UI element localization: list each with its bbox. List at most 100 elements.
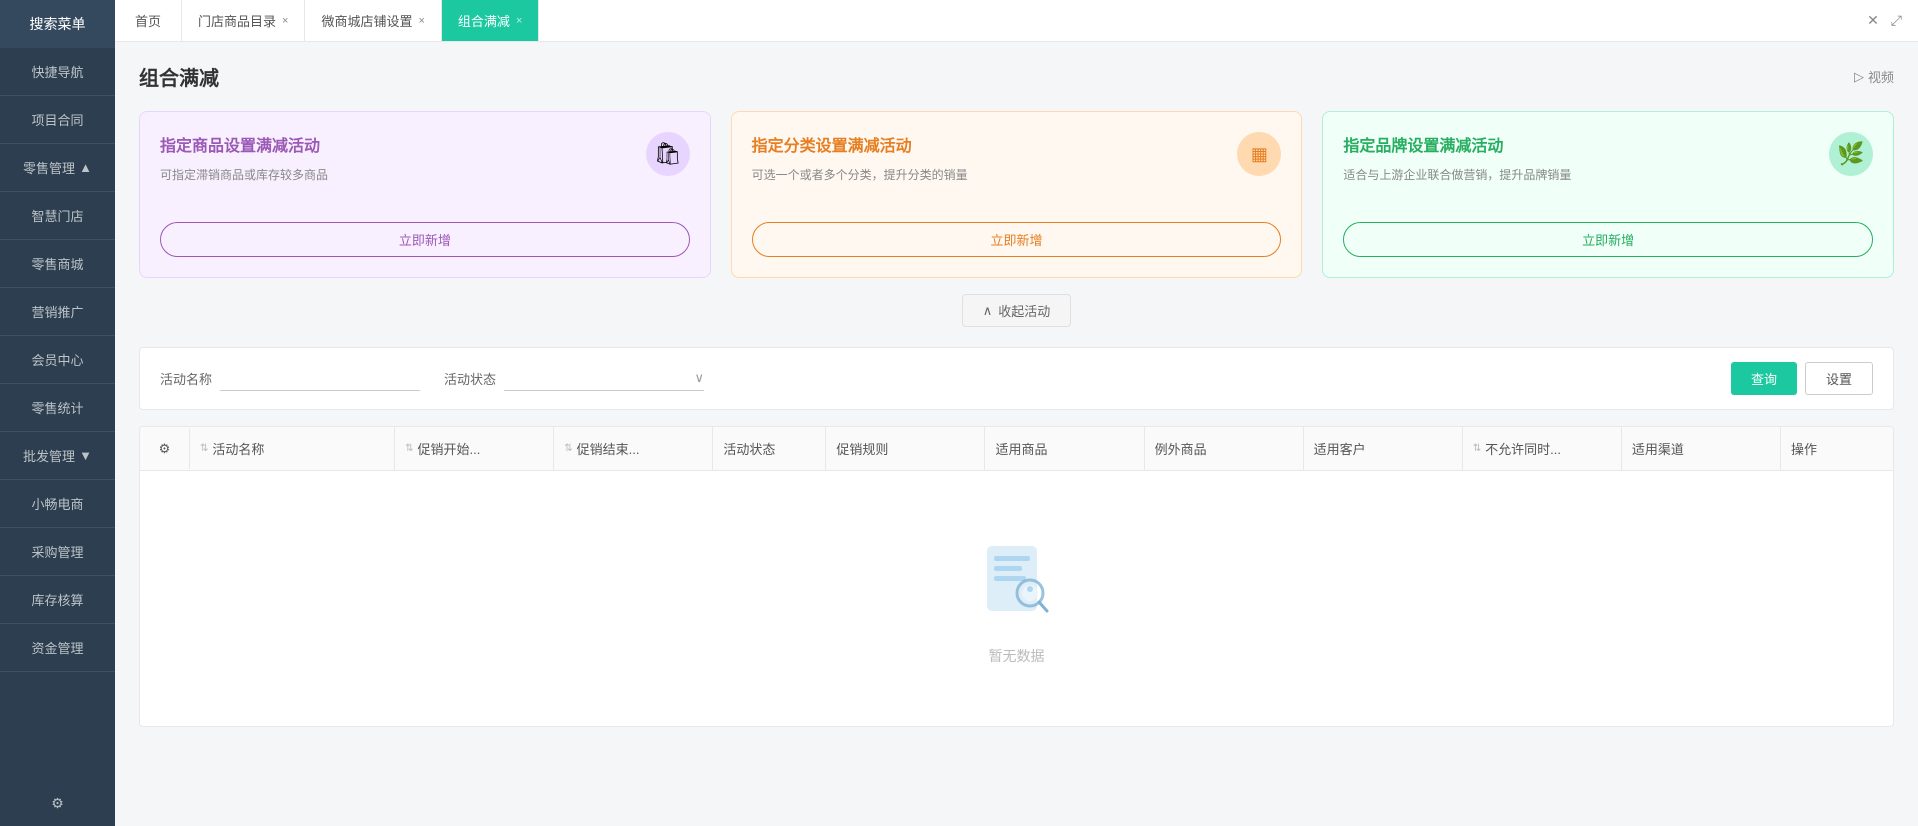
category-card-desc: 可选一个或者多个分类，提升分类的销量	[752, 166, 1282, 202]
category-card-title: 指定分类设置满减活动	[752, 132, 1282, 156]
th-action: 操作	[1781, 427, 1893, 470]
th-customer: 适用客户	[1304, 427, 1463, 470]
sidebar-item-finance[interactable]: 资金管理	[0, 624, 115, 672]
sidebar-item-quick-nav[interactable]: 快捷导航	[0, 48, 115, 96]
collapse-row: ∧ 收起活动	[139, 294, 1894, 327]
th-settings[interactable]: ⚙	[140, 429, 190, 469]
tab-product-cat-label: 门店商品目录	[198, 11, 276, 30]
chevron-down-icon: ∨	[695, 370, 705, 386]
content-area: 组合满减 ▷ 视频 🛍 指定商品设置满减活动 可指定滞销商品或库存较多商品 立即…	[115, 42, 1918, 826]
cards-row: 🛍 指定商品设置满减活动 可指定滞销商品或库存较多商品 立即新增 ▦ 指定分类设…	[139, 111, 1894, 278]
collapse-label: 收起活动	[998, 301, 1050, 320]
sort-icon: ⇅	[1473, 443, 1481, 454]
th-channel: 适用渠道	[1622, 427, 1781, 470]
th-name[interactable]: ⇅ 活动名称	[190, 427, 395, 470]
sidebar-item-project[interactable]: 项目合同	[0, 96, 115, 144]
th-nosame[interactable]: ⇅ 不允许同时...	[1463, 427, 1622, 470]
sidebar-item-retail-stats[interactable]: 零售统计	[0, 384, 115, 432]
maximize-icon[interactable]: ⤢	[1891, 12, 1902, 29]
tab-combo-label: 组合满减	[458, 11, 510, 30]
sidebar-item-wholesale-label: 批发管理	[23, 446, 75, 465]
th-end-label: 促销结束...	[577, 439, 640, 458]
sidebar-search[interactable]: 搜索菜单	[0, 0, 115, 48]
category-activity-card: ▦ 指定分类设置满减活动 可选一个或者多个分类，提升分类的销量 立即新增	[731, 111, 1303, 278]
brand-card-desc: 适合与上游企业联合做营销，提升品牌销量	[1343, 166, 1873, 202]
filter-actions: 查询 设置	[1731, 362, 1873, 395]
sidebar-settings[interactable]: ⚙	[0, 781, 115, 826]
th-rule: 促销规则	[826, 427, 985, 470]
goods-card-icon: 🛍	[646, 132, 690, 176]
filter-status-item: 活动状态 ∨	[444, 366, 704, 391]
goods-activity-card: 🛍 指定商品设置满减活动 可指定滞销商品或库存较多商品 立即新增	[139, 111, 711, 278]
sort-icon: ⇅	[564, 443, 572, 454]
sort-icon: ⇅	[200, 443, 208, 454]
brand-activity-card: 🌿 指定品牌设置满减活动 适合与上游企业联合做营销，提升品牌销量 立即新增	[1322, 111, 1894, 278]
sidebar-item-retail[interactable]: 零售管理 ▲	[0, 144, 115, 192]
empty-text: 暂无数据	[140, 646, 1893, 666]
brand-card-add-button[interactable]: 立即新增	[1343, 222, 1873, 257]
sidebar-item-smart-store[interactable]: 智慧门店	[0, 192, 115, 240]
th-goods-label: 适用商品	[995, 439, 1047, 458]
th-except: 例外商品	[1145, 427, 1304, 470]
settings-icon: ⚙	[159, 441, 171, 457]
tab-wechat-shop-label: 微商城店铺设置	[321, 11, 412, 30]
th-start-label: 促销开始...	[418, 439, 481, 458]
settings-button[interactable]: 设置	[1805, 362, 1873, 395]
page-header: 组合满减 ▷ 视频	[139, 62, 1894, 91]
tab-wechat-shop-close[interactable]: ×	[418, 15, 424, 27]
chevron-up-icon: ∧	[983, 303, 993, 319]
goods-card-add-button[interactable]: 立即新增	[160, 222, 690, 257]
play-icon: ▷	[1854, 69, 1864, 85]
empty-state: 暂无数据	[140, 471, 1893, 726]
video-link[interactable]: ▷ 视频	[1854, 67, 1894, 86]
tab-bar: 首页 门店商品目录 × 微商城店铺设置 × 组合满减 × ✕ ⤢	[115, 0, 1918, 42]
sidebar-item-ecommerce[interactable]: 小畅电商	[0, 480, 115, 528]
tab-product-cat-close[interactable]: ×	[282, 15, 288, 27]
tab-combo-close[interactable]: ×	[516, 15, 522, 27]
filter-name-item: 活动名称	[160, 367, 420, 391]
th-goods: 适用商品	[985, 427, 1144, 470]
close-icon[interactable]: ✕	[1867, 12, 1879, 29]
brand-card-icon: 🌿	[1829, 132, 1873, 176]
th-channel-label: 适用渠道	[1632, 439, 1684, 458]
tab-combo[interactable]: 组合满减 ×	[442, 0, 539, 41]
category-card-add-button[interactable]: 立即新增	[752, 222, 1282, 257]
th-status: 活动状态	[713, 427, 826, 470]
goods-card-title: 指定商品设置满减活动	[160, 132, 690, 156]
th-status-label: 活动状态	[723, 439, 775, 458]
data-table: ⚙ ⇅ 活动名称 ⇅ 促销开始... ⇅ 促销结束... 活动状态	[139, 426, 1894, 727]
sidebar-item-procurement[interactable]: 采购管理	[0, 528, 115, 576]
query-button[interactable]: 查询	[1731, 362, 1797, 395]
filter-status-select[interactable]: ∨	[504, 366, 704, 391]
brand-card-title: 指定品牌设置满减活动	[1343, 132, 1873, 156]
chevron-up-icon: ▲	[79, 160, 92, 175]
sidebar-item-retail-label: 零售管理	[23, 158, 75, 177]
filter-name-input[interactable]	[220, 367, 420, 391]
filter-row: 活动名称 活动状态 ∨ 查询 设置	[139, 347, 1894, 410]
th-nosame-label: 不允许同时...	[1485, 439, 1561, 458]
th-except-label: 例外商品	[1155, 439, 1207, 458]
th-start[interactable]: ⇅ 促销开始...	[395, 427, 554, 470]
sort-icon: ⇅	[405, 443, 413, 454]
th-end[interactable]: ⇅ 促销结束...	[554, 427, 713, 470]
table-header: ⚙ ⇅ 活动名称 ⇅ 促销开始... ⇅ 促销结束... 活动状态	[140, 427, 1893, 471]
tab-product-cat[interactable]: 门店商品目录 ×	[182, 0, 305, 41]
tab-wechat-shop[interactable]: 微商城店铺设置 ×	[305, 0, 441, 41]
tab-home[interactable]: 首页	[115, 0, 182, 41]
th-name-label: 活动名称	[212, 439, 264, 458]
sidebar-item-members[interactable]: 会员中心	[0, 336, 115, 384]
sidebar: 搜索菜单 快捷导航 项目合同 零售管理 ▲ 智慧门店 零售商城 营销推广 会员中…	[0, 0, 115, 826]
main-area: 首页 门店商品目录 × 微商城店铺设置 × 组合满减 × ✕ ⤢ 组合满减 ▷ …	[115, 0, 1918, 826]
sidebar-item-wholesale[interactable]: 批发管理 ▼	[0, 432, 115, 480]
empty-illustration	[967, 531, 1067, 631]
sidebar-item-marketing[interactable]: 营销推广	[0, 288, 115, 336]
sidebar-item-retail-mall[interactable]: 零售商城	[0, 240, 115, 288]
window-controls: ✕ ⤢	[1851, 12, 1918, 29]
filter-name-label: 活动名称	[160, 369, 212, 388]
collapse-button[interactable]: ∧ 收起活动	[962, 294, 1072, 327]
sidebar-item-inventory[interactable]: 库存核算	[0, 576, 115, 624]
chevron-down-icon: ▼	[79, 448, 92, 463]
goods-card-desc: 可指定滞销商品或库存较多商品	[160, 166, 690, 202]
page-title: 组合满减	[139, 62, 219, 91]
th-action-label: 操作	[1791, 439, 1817, 458]
